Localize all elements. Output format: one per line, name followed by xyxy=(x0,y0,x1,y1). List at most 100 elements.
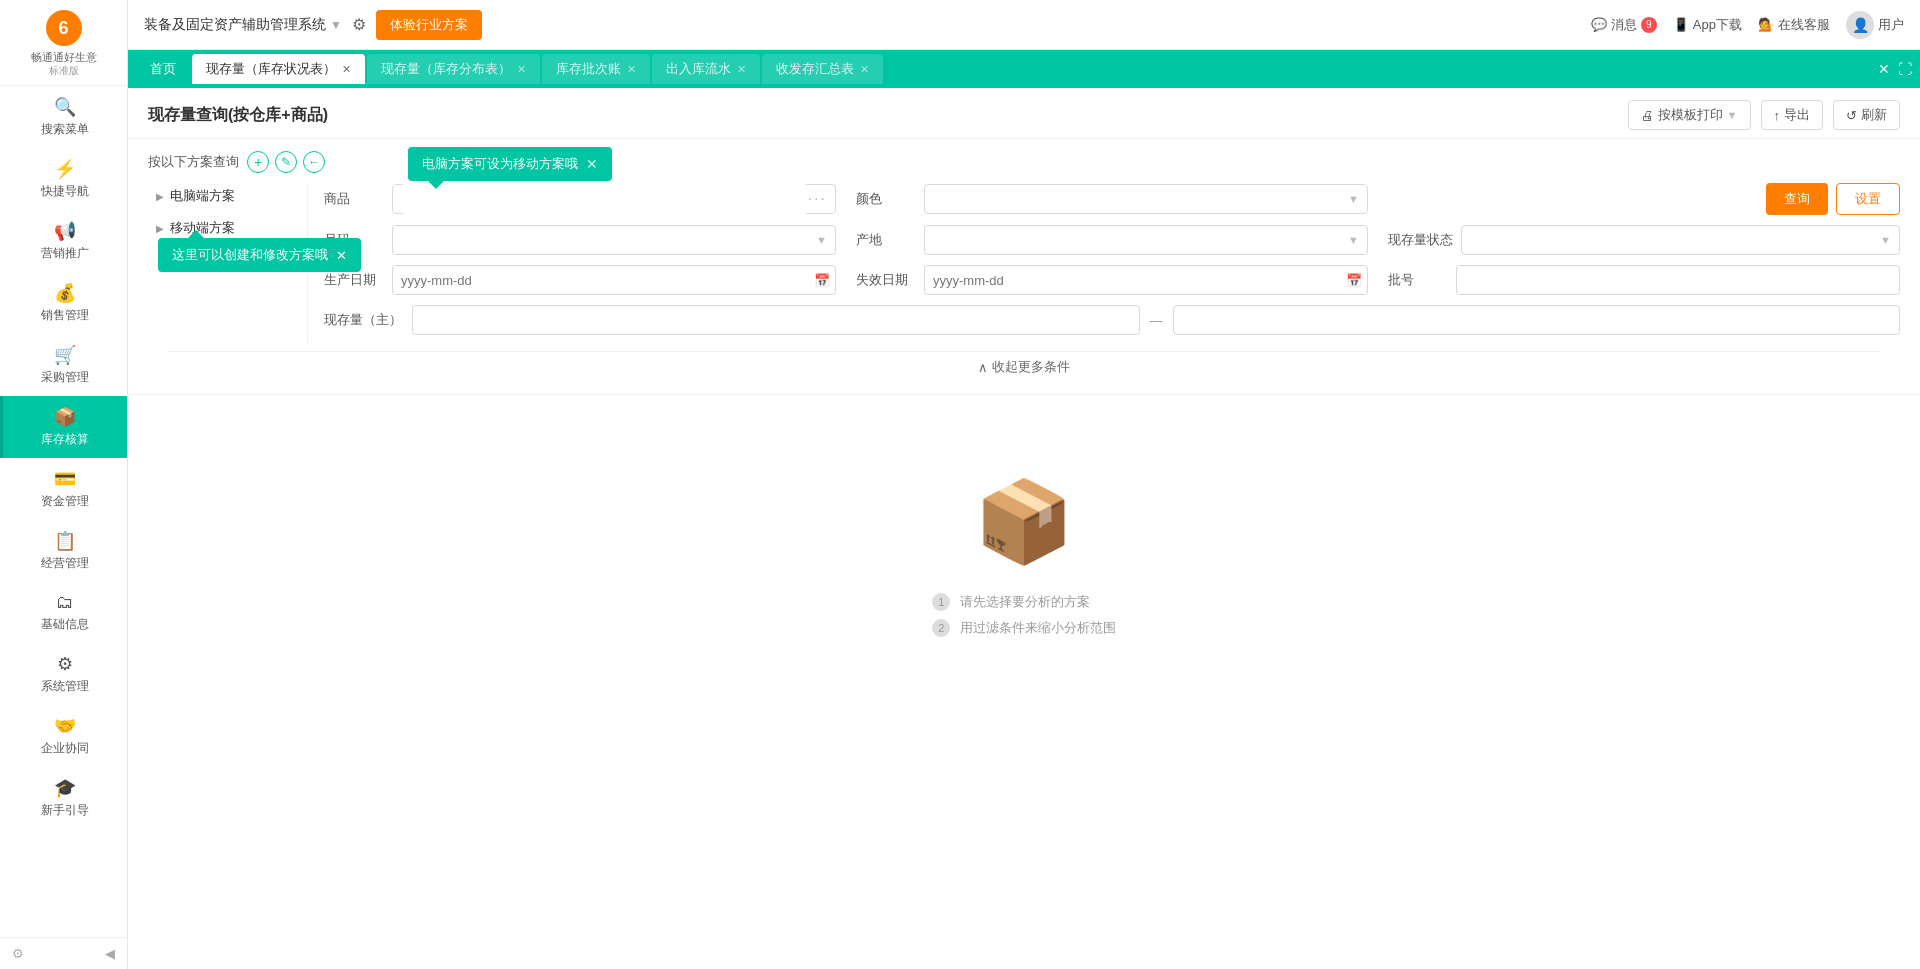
expiry-date-input[interactable] xyxy=(924,265,1368,295)
sidebar-nav: 🔍 搜索菜单 ⚡ 快捷导航 📢 营销推广 💰 销售管理 🛒 采购管理 📦 库存核… xyxy=(0,86,127,937)
edit-scheme-btn[interactable]: ✎ xyxy=(275,151,297,173)
page-inner: 现存量查询(按仓库+商品) 🖨 按模板打印 ▼ ↑ 导出 ↺ 刷新 xyxy=(128,88,1920,969)
industry-btn[interactable]: 体验行业方案 xyxy=(376,10,482,40)
refresh-btn[interactable]: ↺ 刷新 xyxy=(1833,100,1900,130)
back-scheme-btn[interactable]: ← xyxy=(303,151,325,173)
stock-main-from-input[interactable] xyxy=(412,305,1140,335)
tab-close-recv-summary[interactable]: ✕ xyxy=(860,63,869,76)
sidebar-settings-icon[interactable]: ⚙ xyxy=(12,946,24,961)
notification-item[interactable]: 💬 消息 9 xyxy=(1591,16,1657,34)
reset-btn[interactable]: 设置 xyxy=(1836,183,1900,215)
tab-close-inventory-dist[interactable]: ✕ xyxy=(517,63,526,76)
tab-close-batch-ledger[interactable]: ✕ xyxy=(627,63,636,76)
collapse-btn[interactable]: ∧ 收起更多条件 xyxy=(168,351,1880,382)
expiry-date-wrap: 📅 xyxy=(924,265,1368,295)
sidebar-item-guide[interactable]: 🎓 新手引导 xyxy=(0,767,127,829)
support-icon: 💁 xyxy=(1758,17,1774,32)
tab-expand-icon[interactable]: ⛶ xyxy=(1898,61,1912,77)
operations-icon: 📋 xyxy=(54,530,76,552)
stock-range-separator: — xyxy=(1150,313,1163,328)
filter-size-row: 尺码 ▼ xyxy=(324,225,836,255)
filter-expiry-date-row: 失效日期 📅 xyxy=(856,265,1368,295)
tab-close-inventory-status[interactable]: ✕ xyxy=(342,63,351,76)
filter-label: 按以下方案查询 xyxy=(148,153,239,171)
tab-home[interactable]: 首页 xyxy=(136,54,190,84)
main-area: 装备及固定资产辅助管理系统 ▼ ⚙ 体验行业方案 💬 消息 9 📱 App下载 … xyxy=(128,0,1920,969)
filter-row-4: 现存量（主） — xyxy=(324,305,1900,335)
print-icon: 🖨 xyxy=(1641,108,1654,123)
batch-no-input[interactable] xyxy=(1456,265,1900,295)
stock-main-to-input[interactable] xyxy=(1173,305,1901,335)
sidebar-item-inventory[interactable]: 📦 库存核算 xyxy=(0,396,127,458)
sales-icon: 💰 xyxy=(54,282,76,304)
collapse-up-icon: ∧ xyxy=(978,360,988,375)
sidebar-collapse-icon[interactable]: ◀ xyxy=(105,946,115,961)
tab-close-in-out-flow[interactable]: ✕ xyxy=(737,63,746,76)
logo-text: 畅通通好生意 标准版 xyxy=(31,50,97,77)
sidebar-item-enterprise[interactable]: 🤝 企业协同 xyxy=(0,705,127,767)
search-icon: 🔍 xyxy=(54,96,76,118)
tab-recv-summary[interactable]: 收发存汇总表 ✕ xyxy=(762,54,883,84)
refresh-icon: ↺ xyxy=(1846,108,1857,123)
print-btn[interactable]: 🖨 按模板打印 ▼ xyxy=(1628,100,1751,130)
tab-close-all-icon[interactable]: ✕ xyxy=(1878,61,1890,77)
sidebar-item-purchase[interactable]: 🛒 采购管理 xyxy=(0,334,127,396)
filter-body: ▶ 电脑端方案 ▶ 移动端方案 这里可以创建和修改方案哦 ✕ xyxy=(148,183,1900,343)
stock-status-select[interactable]: ▼ xyxy=(1461,225,1900,255)
user-item[interactable]: 👤 用户 xyxy=(1846,11,1904,39)
origin-select[interactable]: ▼ xyxy=(924,225,1368,255)
sidebar-item-operations[interactable]: 📋 经营管理 xyxy=(0,520,127,582)
tab-in-out-flow[interactable]: 出入库流水 ✕ xyxy=(652,54,760,84)
color-select[interactable]: ▼ xyxy=(924,184,1368,214)
filter-mfg-date-row: 生产日期 📅 xyxy=(324,265,836,295)
sidebar-item-basic[interactable]: 🗂 基础信息 xyxy=(0,582,127,643)
tab-inventory-dist[interactable]: 现存量（库存分布表） ✕ xyxy=(367,54,540,84)
product-dots-icon[interactable]: ··· xyxy=(808,190,827,208)
mfg-date-label: 生产日期 xyxy=(324,271,384,289)
message-icon: 💬 xyxy=(1591,17,1607,32)
arrow-icon2: ▶ xyxy=(156,223,164,234)
sidebar-item-marketing[interactable]: 📢 营销推广 xyxy=(0,210,127,272)
query-btn[interactable]: 查询 xyxy=(1766,183,1828,215)
filter-batch-no-row: 批号 xyxy=(1388,265,1900,295)
export-btn[interactable]: ↑ 导出 xyxy=(1761,100,1824,130)
marketing-icon: 📢 xyxy=(54,220,76,242)
add-scheme-btn[interactable]: + xyxy=(247,151,269,173)
settings-icon[interactable]: ⚙ xyxy=(352,15,366,34)
expiry-date-calendar-icon[interactable]: 📅 xyxy=(1346,273,1362,288)
finance-icon: 💳 xyxy=(54,468,76,490)
filter-row-2: 尺码 ▼ 产地 ▼ xyxy=(324,225,1900,255)
filter-product-row: 商品 ··· xyxy=(324,184,836,214)
tooltip1-close-btn[interactable]: ✕ xyxy=(586,156,598,172)
mfg-date-wrap: 📅 xyxy=(392,265,836,295)
online-support-item[interactable]: 💁 在线客服 xyxy=(1758,16,1830,34)
size-select[interactable]: ▼ xyxy=(392,225,836,255)
sidebar-item-quicknav[interactable]: ⚡ 快捷导航 xyxy=(0,148,127,210)
filter-area: 按以下方案查询 + ✎ ← 电脑方案可设为移动方案哦 ✕ xyxy=(128,139,1920,395)
filter-actions: + ✎ ← xyxy=(247,151,325,173)
tooltip2-text: 这里可以创建和修改方案哦 xyxy=(172,246,328,264)
product-input-wrap[interactable]: ··· xyxy=(392,184,836,214)
app-download-item[interactable]: 📱 App下载 xyxy=(1673,16,1742,34)
filter-row-1: 商品 ··· 颜色 ▼ xyxy=(324,183,1900,215)
tab-batch-ledger[interactable]: 库存批次账 ✕ xyxy=(542,54,650,84)
product-input[interactable] xyxy=(401,184,808,214)
topbar-right: 💬 消息 9 📱 App下载 💁 在线客服 👤 用户 xyxy=(1591,11,1904,39)
sidebar-item-sales[interactable]: 💰 销售管理 xyxy=(0,272,127,334)
filter-fields: 商品 ··· 颜色 ▼ xyxy=(308,183,1900,343)
mfg-date-calendar-icon[interactable]: 📅 xyxy=(814,273,830,288)
filter-header: 按以下方案查询 + ✎ ← 电脑方案可设为移动方案哦 ✕ xyxy=(148,151,1900,173)
tooltip2-close-btn[interactable]: ✕ xyxy=(336,248,347,263)
sidebar-item-system[interactable]: ⚙ 系统管理 xyxy=(0,643,127,705)
filter-stock-status-row: 现存量状态 ▼ xyxy=(1388,225,1900,255)
scheme-item-desktop[interactable]: ▶ 电脑端方案 xyxy=(148,183,297,209)
sidebar-item-search[interactable]: 🔍 搜索菜单 xyxy=(0,86,127,148)
tab-inventory-status[interactable]: 现存量（库存状况表） ✕ xyxy=(192,54,365,84)
mfg-date-input[interactable] xyxy=(392,265,836,295)
stock-main-label: 现存量（主） xyxy=(324,311,402,329)
system-name-area[interactable]: 装备及固定资产辅助管理系统 ▼ xyxy=(144,16,342,34)
system-name-arrow-icon: ▼ xyxy=(330,18,342,32)
sidebar-item-finance[interactable]: 💳 资金管理 xyxy=(0,458,127,520)
expiry-date-label: 失效日期 xyxy=(856,271,916,289)
notification-badge: 9 xyxy=(1641,17,1657,33)
